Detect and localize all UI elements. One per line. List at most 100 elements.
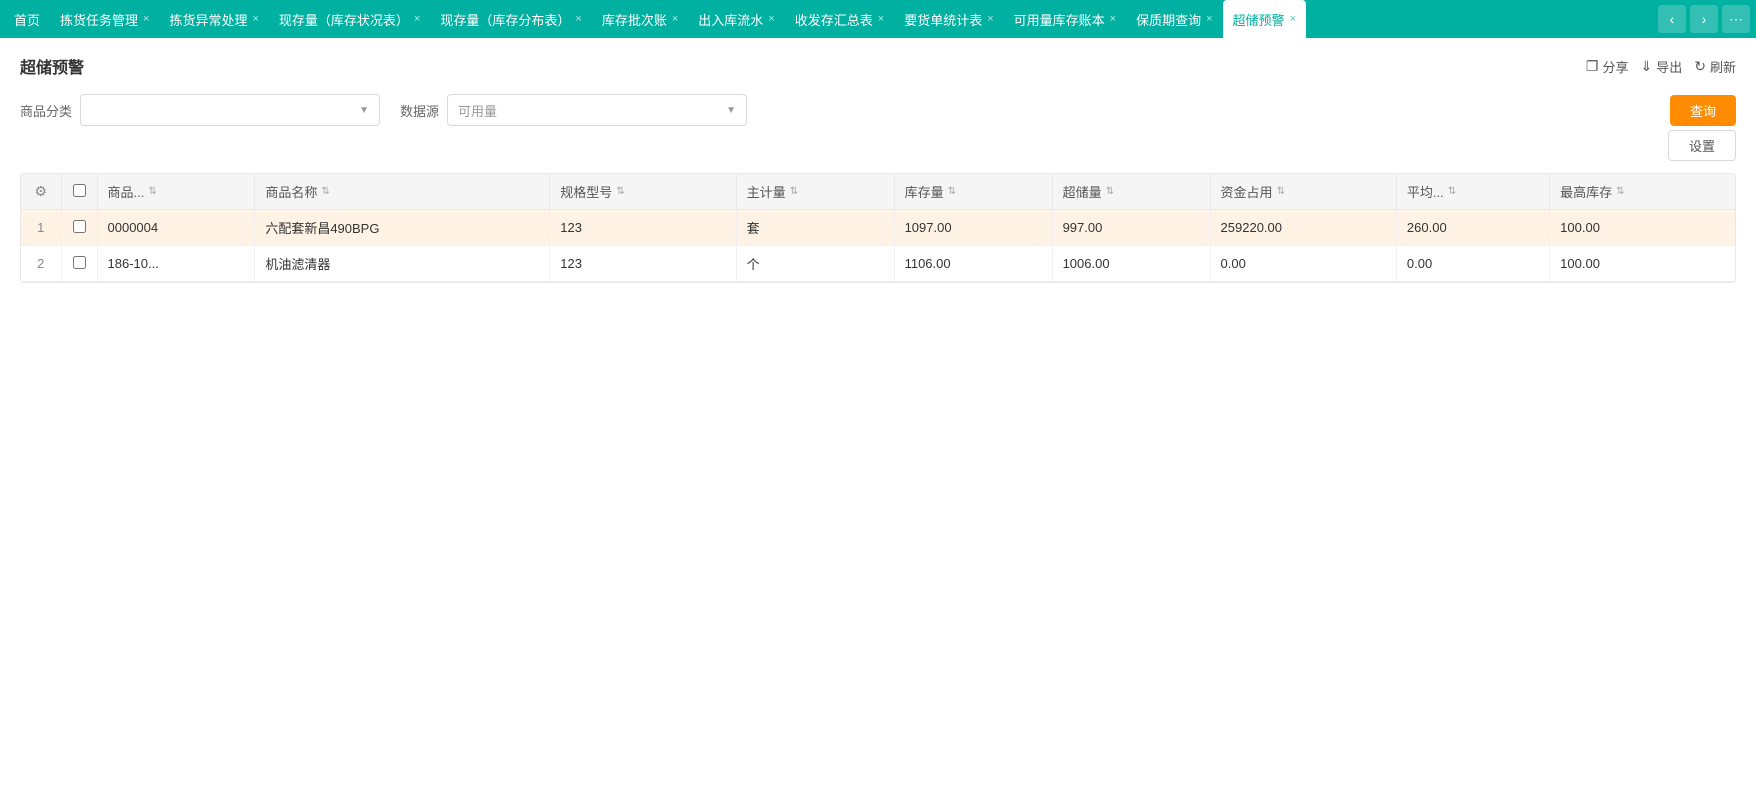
th-avg: 平均... ⇅: [1396, 174, 1549, 210]
nav-exception[interactable]: 拣货异常处理 ×: [159, 0, 268, 38]
sort-icon: ⇅: [1106, 186, 1114, 197]
row-name: 机油滤清器: [255, 246, 550, 282]
sort-icon: ⇅: [1616, 186, 1624, 197]
export-icon: ⇓: [1641, 58, 1653, 75]
nav-task-mgmt[interactable]: 拣货任务管理 ×: [50, 0, 159, 38]
category-filter-group: 商品分类 ▼: [20, 94, 380, 126]
gear-icon[interactable]: ⚙: [34, 183, 47, 199]
table-row: 2 186-10... 机油滤清器 123 个 1106.00 1006.00 …: [21, 246, 1735, 282]
sort-icon: ⇅: [616, 186, 624, 197]
close-icon[interactable]: ×: [672, 13, 678, 25]
nav-batch-account[interactable]: 库存批次账 ×: [592, 0, 688, 38]
nav-order-stats[interactable]: 要货单统计表 ×: [894, 0, 1003, 38]
refresh-button[interactable]: ↻ 刷新: [1694, 57, 1736, 76]
page-title: 超储预警: [20, 54, 84, 78]
data-table: ⚙ 商品... ⇅ 商品名称 ⇅: [20, 173, 1736, 283]
filter-actions: 查询: [1670, 95, 1736, 126]
datasource-label: 数据源: [400, 101, 439, 120]
row-over: 1006.00: [1052, 246, 1210, 282]
nav-available[interactable]: 可用量库存账本 ×: [1004, 0, 1126, 38]
row-avg: 0.00: [1396, 246, 1549, 282]
share-button[interactable]: ❐ 分享: [1586, 57, 1629, 76]
settings-button[interactable]: 设置: [1668, 130, 1736, 161]
nav-flow[interactable]: 出入库流水 ×: [688, 0, 784, 38]
close-icon[interactable]: ×: [414, 13, 420, 25]
table-row: 1 0000004 六配套新昌490BPG 123 套 1097.00 997.…: [21, 210, 1735, 246]
row-name: 六配套新昌490BPG: [255, 210, 550, 246]
row-unit: 套: [736, 210, 894, 246]
export-button[interactable]: ⇓ 导出: [1641, 57, 1683, 76]
row-avg: 260.00: [1396, 210, 1549, 246]
sort-icon: ⇅: [1448, 186, 1456, 197]
sort-icon: ⇅: [790, 186, 798, 197]
th-capital: 资金占用 ⇅: [1210, 174, 1396, 210]
row-unit: 个: [736, 246, 894, 282]
sort-icon: ⇅: [948, 186, 956, 197]
row-max: 100.00: [1550, 246, 1735, 282]
datasource-select[interactable]: 可用量 ▼: [447, 94, 747, 126]
nav-more-btn[interactable]: ⋯: [1722, 5, 1750, 33]
nav-overstock[interactable]: 超储预警 ×: [1223, 0, 1306, 38]
query-button[interactable]: 查询: [1670, 95, 1736, 126]
filter-main-row: 商品分类 ▼ 数据源 可用量 ▼ 查询: [20, 94, 1736, 126]
row-checkbox-cell: [61, 246, 97, 282]
nav-next-btn[interactable]: ›: [1690, 5, 1718, 33]
table-header-row: ⚙ 商品... ⇅ 商品名称 ⇅: [21, 174, 1735, 210]
th-checkbox: [61, 174, 97, 210]
close-icon[interactable]: ×: [1290, 13, 1296, 25]
th-max: 最高库存 ⇅: [1550, 174, 1735, 210]
row-num: 2: [21, 246, 61, 282]
top-nav: 首页 拣货任务管理 × 拣货异常处理 × 现存量（库存状况表） × 现存量（库存…: [0, 0, 1756, 38]
row-code: 0000004: [97, 210, 255, 246]
row-stock: 1106.00: [894, 246, 1052, 282]
th-settings: ⚙: [21, 174, 61, 210]
nav-inventory-dist[interactable]: 现存量（库存分布表） ×: [430, 0, 591, 38]
th-stock: 库存量 ⇅: [894, 174, 1052, 210]
share-icon: ❐: [1586, 58, 1599, 75]
row-spec: 123: [550, 210, 736, 246]
row-max: 100.00: [1550, 210, 1735, 246]
close-icon[interactable]: ×: [987, 13, 993, 25]
row-code: 186-10...: [97, 246, 255, 282]
sort-icon: ⇅: [1277, 186, 1285, 197]
th-name: 商品名称 ⇅: [255, 174, 550, 210]
datasource-filter-group: 数据源 可用量 ▼: [400, 94, 747, 126]
nav-prev-btn[interactable]: ‹: [1658, 5, 1686, 33]
nav-inventory-status[interactable]: 现存量（库存状况表） ×: [269, 0, 430, 38]
close-icon[interactable]: ×: [575, 13, 581, 25]
row-capital: 0.00: [1210, 246, 1396, 282]
th-code: 商品... ⇅: [97, 174, 255, 210]
row-over: 997.00: [1052, 210, 1210, 246]
row-capital: 259220.00: [1210, 210, 1396, 246]
row-checkbox[interactable]: [73, 220, 86, 233]
page-content: 超储预警 ❐ 分享 ⇓ 导出 ↻ 刷新 商品分类 ▼: [0, 38, 1756, 299]
category-label: 商品分类: [20, 101, 72, 120]
close-icon[interactable]: ×: [768, 13, 774, 25]
th-unit: 主计量 ⇅: [736, 174, 894, 210]
close-icon[interactable]: ×: [878, 13, 884, 25]
sort-icon: ⇅: [321, 186, 329, 197]
page-header: 超储预警 ❐ 分享 ⇓ 导出 ↻ 刷新: [20, 54, 1736, 78]
category-select[interactable]: ▼: [80, 94, 380, 126]
sort-icon: ⇅: [148, 186, 156, 197]
row-spec: 123: [550, 246, 736, 282]
close-icon[interactable]: ×: [1206, 13, 1212, 25]
th-over: 超储量 ⇅: [1052, 174, 1210, 210]
filter-area: 商品分类 ▼ 数据源 可用量 ▼ 查询 设置: [20, 94, 1736, 161]
chevron-down-icon: ▼: [359, 105, 369, 116]
nav-expiry[interactable]: 保质期查询 ×: [1126, 0, 1222, 38]
datasource-select-value: 可用量: [458, 101, 497, 120]
row-checkbox-cell: [61, 210, 97, 246]
nav-arrows: ‹ › ⋯: [1656, 5, 1752, 33]
nav-summary[interactable]: 收发存汇总表 ×: [785, 0, 894, 38]
select-all-checkbox[interactable]: [73, 184, 86, 197]
row-stock: 1097.00: [894, 210, 1052, 246]
header-actions: ❐ 分享 ⇓ 导出 ↻ 刷新: [1586, 57, 1736, 76]
refresh-icon: ↻: [1694, 58, 1706, 75]
close-icon[interactable]: ×: [1110, 13, 1116, 25]
th-spec: 规格型号 ⇅: [550, 174, 736, 210]
nav-home[interactable]: 首页: [4, 0, 50, 38]
close-icon[interactable]: ×: [252, 13, 258, 25]
close-icon[interactable]: ×: [143, 13, 149, 25]
row-checkbox[interactable]: [73, 256, 86, 269]
